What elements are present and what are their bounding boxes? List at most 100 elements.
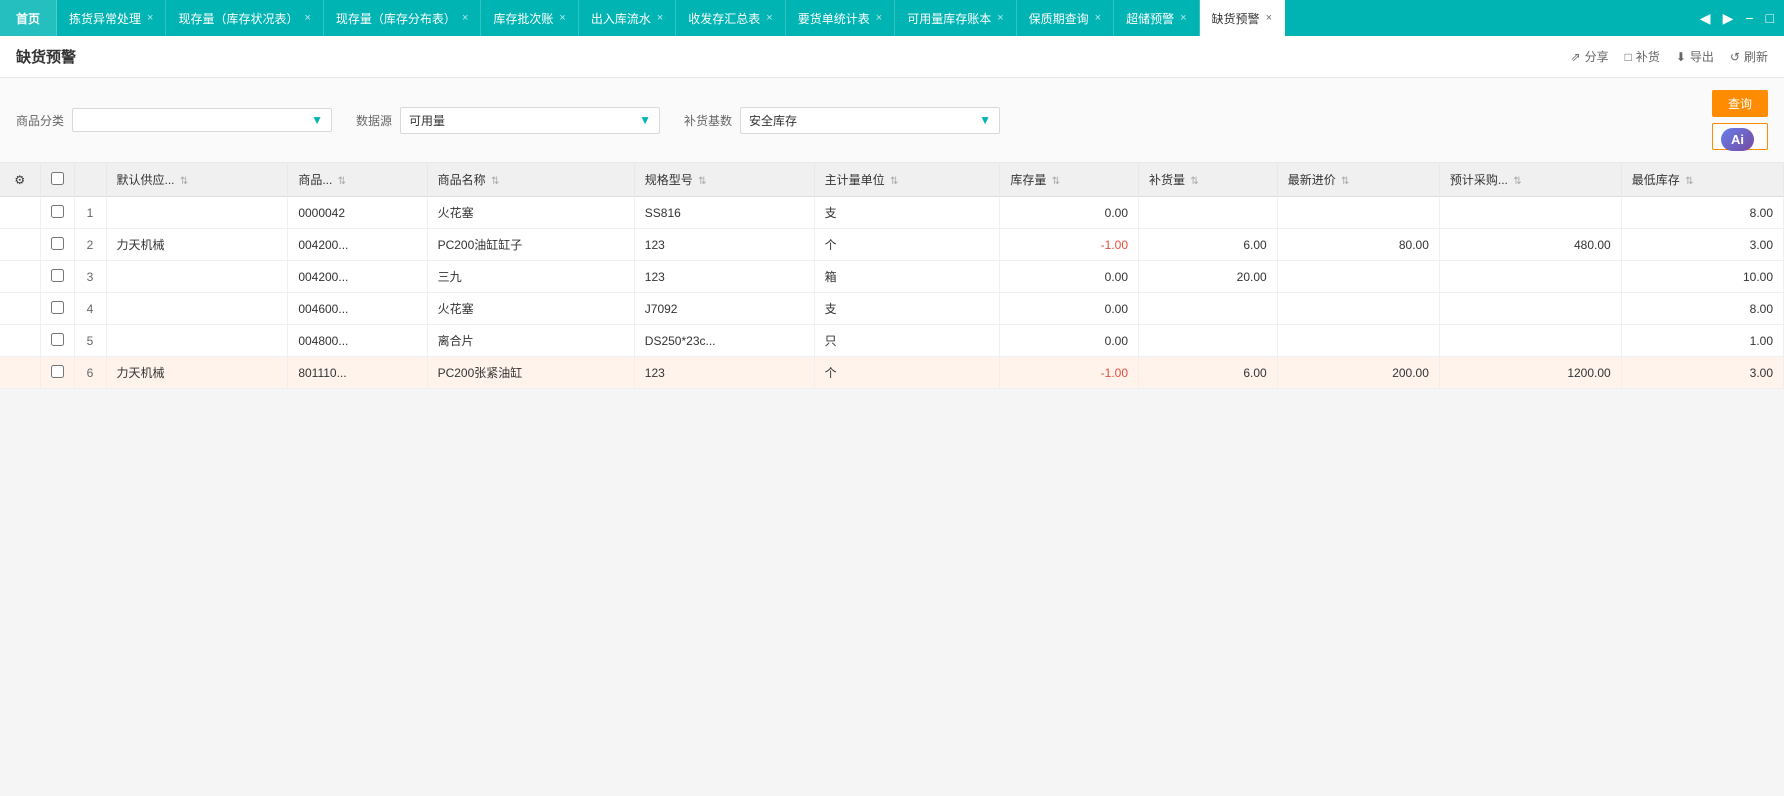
td-unit: 个 bbox=[814, 229, 1000, 261]
td-inventory: -1.00 bbox=[1000, 357, 1139, 389]
close-icon[interactable]: × bbox=[766, 12, 772, 24]
select-all-checkbox[interactable] bbox=[51, 172, 64, 185]
th-min-inventory[interactable]: 最低库存 ⇅ bbox=[1621, 163, 1783, 197]
row-checkbox[interactable] bbox=[51, 269, 64, 282]
td-product-code: 004200... bbox=[288, 261, 427, 293]
td-spec: DS250*23c... bbox=[634, 325, 814, 357]
settings-gear-icon: ⚙ bbox=[14, 173, 25, 187]
replenish-base-label: 补货基数 bbox=[684, 112, 732, 129]
tab-label: 现存量（库存状况表） bbox=[178, 10, 298, 27]
datasource-filter-group: 数据源 可用量 ▼ bbox=[356, 107, 660, 134]
row-checkbox[interactable] bbox=[51, 333, 64, 346]
close-icon[interactable]: × bbox=[997, 12, 1003, 24]
th-replenish[interactable]: 补货量 ⇅ bbox=[1139, 163, 1278, 197]
td-settings bbox=[0, 357, 40, 389]
td-inventory: -1.00 bbox=[1000, 229, 1139, 261]
nav-maximize-btn[interactable]: □ bbox=[1760, 6, 1780, 30]
tab-receive-summary[interactable]: 收发存汇总表 × bbox=[676, 0, 785, 36]
td-checkbox[interactable] bbox=[40, 261, 74, 293]
td-checkbox[interactable] bbox=[40, 197, 74, 229]
td-estimated-purchase bbox=[1439, 261, 1621, 293]
th-supplier[interactable]: 默认供应... ⇅ bbox=[106, 163, 288, 197]
tab-label: 缺货预警 bbox=[1212, 10, 1260, 27]
nav-next-btn[interactable]: ▶ bbox=[1717, 6, 1740, 31]
query-button[interactable]: 查询 bbox=[1712, 90, 1768, 117]
td-estimated-purchase bbox=[1439, 197, 1621, 229]
td-product-name: PC200张紧油缸 bbox=[427, 357, 634, 389]
row-checkbox[interactable] bbox=[51, 301, 64, 314]
close-icon[interactable]: × bbox=[304, 12, 310, 24]
close-icon[interactable]: × bbox=[876, 12, 882, 24]
row-checkbox[interactable] bbox=[51, 237, 64, 250]
category-filter-group: 商品分类 ▼ bbox=[16, 108, 332, 132]
td-unit: 箱 bbox=[814, 261, 1000, 293]
th-product-code[interactable]: 商品... ⇅ bbox=[288, 163, 427, 197]
td-checkbox[interactable] bbox=[40, 229, 74, 261]
tab-inventory-status[interactable]: 现存量（库存状况表） × bbox=[166, 0, 323, 36]
table-row: 3 004200... 三九 123 箱 0.00 20.00 10.00 bbox=[0, 261, 1784, 293]
export-button[interactable]: ⬇ 导出 bbox=[1676, 48, 1714, 65]
refresh-button[interactable]: ↺ 刷新 bbox=[1730, 48, 1768, 65]
th-min-inventory-label: 最低库存 bbox=[1632, 173, 1680, 187]
td-supplier: 力天机械 bbox=[106, 229, 288, 261]
td-replenish bbox=[1139, 197, 1278, 229]
close-icon[interactable]: × bbox=[1095, 12, 1101, 24]
tab-order-stats[interactable]: 要货单统计表 × bbox=[786, 0, 895, 36]
table-body: 1 0000042 火花塞 SS816 支 0.00 8.00 2 力天机械 0… bbox=[0, 197, 1784, 389]
close-icon[interactable]: × bbox=[462, 12, 468, 24]
share-button[interactable]: ⇗ 分享 bbox=[1571, 48, 1609, 65]
close-icon[interactable]: × bbox=[147, 12, 153, 24]
sort-icon: ⇅ bbox=[180, 176, 188, 187]
td-inventory: 0.00 bbox=[1000, 197, 1139, 229]
td-min-inventory: 1.00 bbox=[1621, 325, 1783, 357]
tab-avail-ledger[interactable]: 可用量库存账本 × bbox=[895, 0, 1016, 36]
table-row: 2 力天机械 004200... PC200油缸缸子 123 个 -1.00 6… bbox=[0, 229, 1784, 261]
td-checkbox[interactable] bbox=[40, 325, 74, 357]
close-icon[interactable]: × bbox=[559, 12, 565, 24]
replenish-base-select[interactable]: 安全库存 ▼ bbox=[740, 107, 1000, 134]
replenish-button[interactable]: □ 补货 bbox=[1625, 48, 1660, 65]
th-product-name[interactable]: 商品名称 ⇅ bbox=[427, 163, 634, 197]
close-icon[interactable]: × bbox=[657, 12, 663, 24]
sort-icon: ⇅ bbox=[698, 176, 706, 187]
tab-home[interactable]: 首页 bbox=[0, 0, 57, 36]
page-header: 缺货预警 ⇗ 分享 □ 补货 ⬇ 导出 ↺ 刷新 bbox=[0, 36, 1784, 78]
tab-batch-account[interactable]: 库存批次账 × bbox=[481, 0, 578, 36]
td-checkbox[interactable] bbox=[40, 293, 74, 325]
th-spec[interactable]: 规格型号 ⇅ bbox=[634, 163, 814, 197]
td-checkbox[interactable] bbox=[40, 357, 74, 389]
tab-shortage-warn[interactable]: 缺货预警 × bbox=[1200, 0, 1285, 36]
tab-expiry-query[interactable]: 保质期查询 × bbox=[1017, 0, 1114, 36]
nav-prev-btn[interactable]: ◀ bbox=[1694, 6, 1717, 31]
th-inventory[interactable]: 库存量 ⇅ bbox=[1000, 163, 1139, 197]
table-row: 5 004800... 离合片 DS250*23c... 只 0.00 1.00 bbox=[0, 325, 1784, 357]
td-supplier: 力天机械 bbox=[106, 357, 288, 389]
datasource-label: 数据源 bbox=[356, 112, 392, 129]
row-checkbox[interactable] bbox=[51, 365, 64, 378]
th-estimated-purchase[interactable]: 预计采购... ⇅ bbox=[1439, 163, 1621, 197]
datasource-select[interactable]: 可用量 ▼ bbox=[400, 107, 660, 134]
td-min-inventory: 3.00 bbox=[1621, 357, 1783, 389]
th-unit[interactable]: 主计量单位 ⇅ bbox=[814, 163, 1000, 197]
th-latest-price-label: 最新进价 bbox=[1288, 173, 1336, 187]
tab-inventory-dist[interactable]: 现存量（库存分布表） × bbox=[324, 0, 481, 36]
share-icon: ⇗ bbox=[1571, 50, 1581, 64]
th-settings[interactable]: ⚙ bbox=[0, 163, 40, 197]
tab-defect-handle[interactable]: 拣货异常处理 × bbox=[57, 0, 166, 36]
page-title: 缺货预警 bbox=[16, 46, 76, 67]
tab-in-out-flow[interactable]: 出入库流水 × bbox=[579, 0, 676, 36]
category-select[interactable]: ▼ bbox=[72, 108, 332, 132]
td-spec: SS816 bbox=[634, 197, 814, 229]
row-checkbox[interactable] bbox=[51, 205, 64, 218]
tab-overstock-warn[interactable]: 超储预警 × bbox=[1114, 0, 1199, 36]
close-icon[interactable]: × bbox=[1266, 12, 1272, 24]
th-latest-price[interactable]: 最新进价 ⇅ bbox=[1277, 163, 1439, 197]
close-icon[interactable]: × bbox=[1180, 12, 1186, 24]
filter-area: 商品分类 ▼ 数据源 可用量 ▼ 补货基数 安全库存 ▼ 查询 设置 bbox=[0, 78, 1784, 163]
ai-badge[interactable]: Ai bbox=[1721, 128, 1754, 151]
td-inventory: 0.00 bbox=[1000, 261, 1139, 293]
nav-minimize-btn[interactable]: − bbox=[1739, 6, 1759, 30]
data-table: ⚙ 默认供应... ⇅ 商品... ⇅ 商品名称 bbox=[0, 163, 1784, 389]
refresh-icon: ↺ bbox=[1730, 50, 1740, 64]
td-inventory: 0.00 bbox=[1000, 293, 1139, 325]
